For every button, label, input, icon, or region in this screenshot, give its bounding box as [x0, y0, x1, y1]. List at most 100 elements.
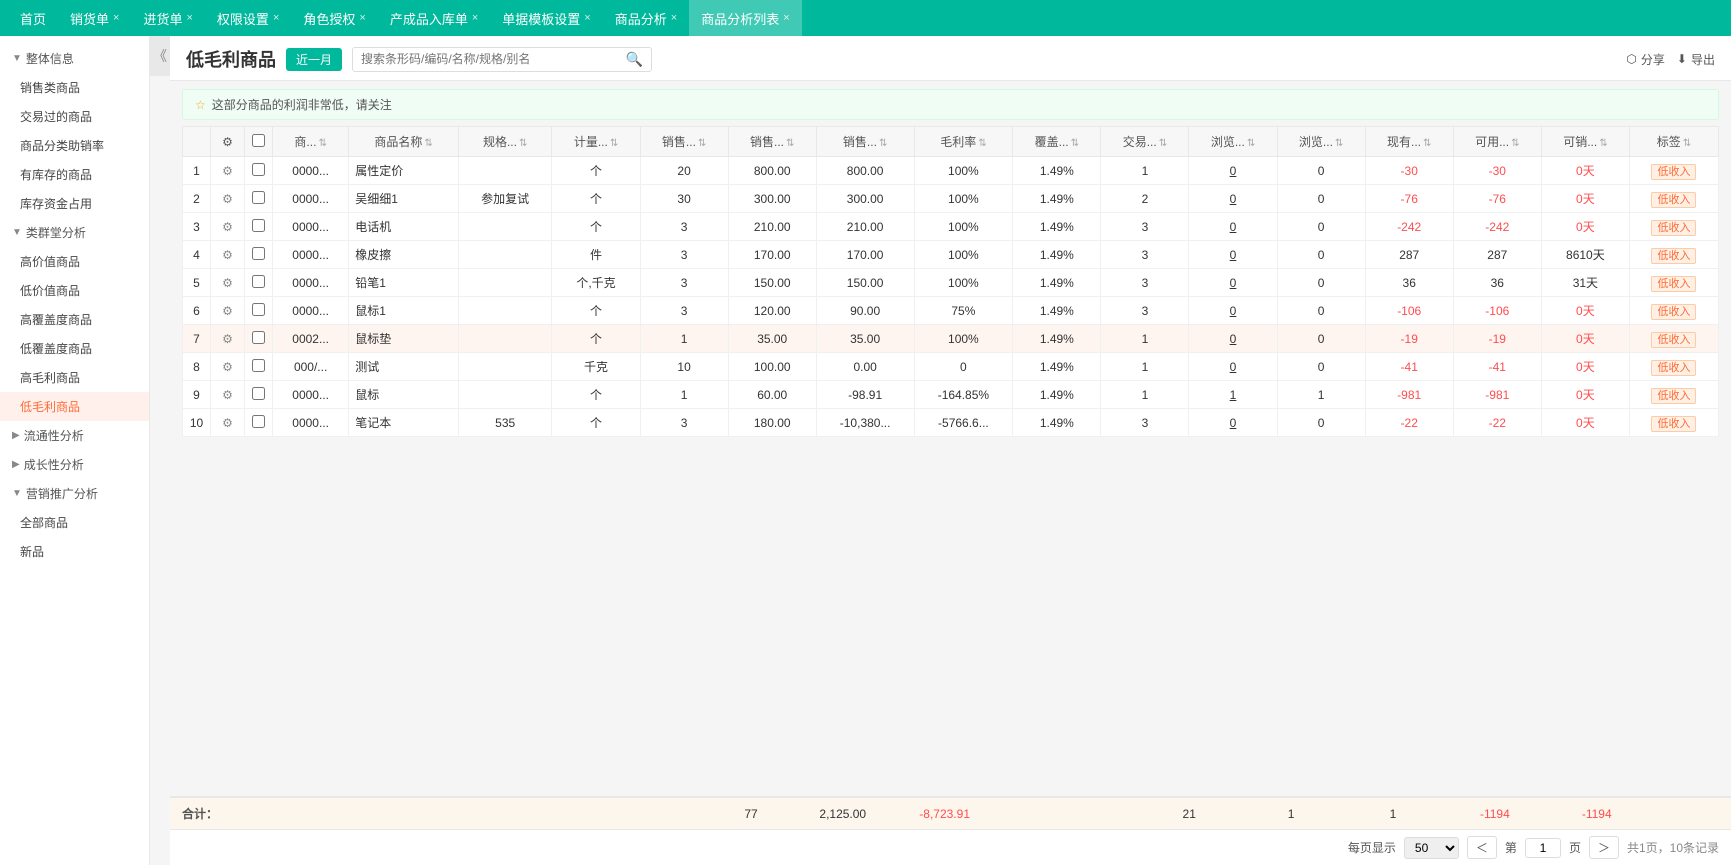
row-browse1[interactable]: 1 — [1189, 381, 1277, 409]
row-check[interactable] — [245, 185, 273, 213]
row-check[interactable] — [245, 157, 273, 185]
close-icon[interactable]: × — [113, 12, 119, 24]
sidebar-item-new-products[interactable]: 新品 — [0, 537, 149, 566]
sidebar-group-growth[interactable]: ▶ 成长性分析 — [0, 450, 149, 479]
col-settings[interactable]: ⚙ — [211, 127, 245, 157]
chevron-down-icon: ▼ — [12, 53, 22, 64]
period-button[interactable]: 近一月 — [286, 48, 342, 71]
sidebar-item-category-sales-rate[interactable]: 商品分类助销率 — [0, 131, 149, 160]
row-browse1[interactable]: 0 — [1189, 325, 1277, 353]
row-check[interactable] — [245, 409, 273, 437]
row-settings[interactable]: ⚙ — [211, 185, 245, 213]
close-icon[interactable]: × — [273, 12, 279, 24]
sidebar-item-in-stock[interactable]: 有库存的商品 — [0, 160, 149, 189]
col-name[interactable]: 商品名称⇅ — [349, 127, 459, 157]
sidebar-item-all-products[interactable]: 全部商品 — [0, 508, 149, 537]
sidebar-item-high-coverage[interactable]: 高覆盖度商品 — [0, 305, 149, 334]
close-icon[interactable]: × — [472, 12, 478, 24]
col-sales-amount[interactable]: 销售...⇅ — [816, 127, 914, 157]
search-icon[interactable]: 🔍 — [626, 51, 643, 68]
close-icon[interactable]: × — [584, 12, 590, 24]
sidebar-group-cluster[interactable]: ▼ 类群堂分析 — [0, 218, 149, 247]
select-all-checkbox[interactable] — [252, 134, 265, 147]
row-browse1[interactable]: 0 — [1189, 297, 1277, 325]
col-sales-price[interactable]: 销售...⇅ — [728, 127, 816, 157]
close-icon[interactable]: × — [671, 12, 677, 24]
sidebar-item-inventory-capital[interactable]: 库存资金占用 — [0, 189, 149, 218]
sidebar-item-low-value[interactable]: 低价值商品 — [0, 276, 149, 305]
row-check[interactable] — [245, 297, 273, 325]
col-spec[interactable]: 规格...⇅ — [458, 127, 552, 157]
col-check[interactable] — [245, 127, 273, 157]
col-unit[interactable]: 计量...⇅ — [552, 127, 640, 157]
row-check[interactable] — [245, 381, 273, 409]
row-current: -41 — [1365, 353, 1453, 381]
col-gross-margin[interactable]: 毛利率⇅ — [914, 127, 1013, 157]
sidebar-item-low-coverage[interactable]: 低覆盖度商品 — [0, 334, 149, 363]
sidebar-group-overall[interactable]: ▼ 整体信息 — [0, 44, 149, 73]
col-browse1[interactable]: 浏览...⇅ — [1189, 127, 1277, 157]
close-icon[interactable]: × — [359, 12, 365, 24]
nav-purchase[interactable]: 进货单 × — [131, 0, 204, 36]
row-browse1[interactable]: 0 — [1189, 213, 1277, 241]
nav-roles[interactable]: 角色授权 × — [291, 0, 377, 36]
row-settings[interactable]: ⚙ — [211, 409, 245, 437]
nav-product-analysis-list[interactable]: 商品分析列表 × — [689, 0, 801, 36]
row-coverage: 1.49% — [1013, 213, 1101, 241]
row-settings[interactable]: ⚙ — [211, 213, 245, 241]
col-code[interactable]: 商...⇅ — [273, 127, 349, 157]
prev-page-button[interactable]: ＜ — [1467, 836, 1497, 859]
export-button[interactable]: ⬇ 导出 — [1677, 51, 1715, 68]
col-transaction[interactable]: 交易...⇅ — [1101, 127, 1189, 157]
nav-template-settings[interactable]: 单据模板设置 × — [490, 0, 602, 36]
share-button[interactable]: ⬡ 分享 — [1626, 51, 1665, 68]
sidebar-collapse-button[interactable]: 《 — [150, 36, 170, 76]
col-sales-qty[interactable]: 销售...⇅ — [640, 127, 728, 157]
search-input[interactable] — [361, 52, 626, 66]
row-settings[interactable]: ⚙ — [211, 381, 245, 409]
sidebar-item-low-margin[interactable]: 低毛利商品 — [0, 392, 149, 421]
row-settings[interactable]: ⚙ — [211, 241, 245, 269]
sidebar-item-sales-products[interactable]: 销售类商品 — [0, 73, 149, 102]
row-check[interactable] — [245, 269, 273, 297]
page-size-select[interactable]: 50 100 200 — [1404, 837, 1459, 859]
row-browse1[interactable]: 0 — [1189, 185, 1277, 213]
col-coverage[interactable]: 覆盖...⇅ — [1013, 127, 1101, 157]
close-icon[interactable]: × — [186, 12, 192, 24]
nav-permissions[interactable]: 权限设置 × — [205, 0, 291, 36]
sidebar-item-high-value[interactable]: 高价值商品 — [0, 247, 149, 276]
nav-product-analysis[interactable]: 商品分析 × — [603, 0, 689, 36]
col-tag[interactable]: 标签⇅ — [1629, 127, 1718, 157]
sidebar-group-marketing[interactable]: ▼ 营销推广分析 — [0, 479, 149, 508]
nav-home[interactable]: 首页 — [8, 0, 58, 36]
next-page-button[interactable]: ＞ — [1589, 836, 1619, 859]
row-unit: 个 — [552, 409, 640, 437]
row-check[interactable] — [245, 241, 273, 269]
nav-sales[interactable]: 销货单 × — [58, 0, 131, 36]
row-browse1[interactable]: 0 — [1189, 409, 1277, 437]
row-settings[interactable]: ⚙ — [211, 325, 245, 353]
row-settings[interactable]: ⚙ — [211, 157, 245, 185]
row-browse1[interactable]: 0 — [1189, 353, 1277, 381]
sidebar-group-liquidity[interactable]: ▶ 流通性分析 — [0, 421, 149, 450]
row-browse1[interactable]: 0 — [1189, 241, 1277, 269]
col-current[interactable]: 现有...⇅ — [1365, 127, 1453, 157]
row-settings[interactable]: ⚙ — [211, 269, 245, 297]
row-code: 0002... — [273, 325, 349, 353]
row-browse1[interactable]: 0 — [1189, 157, 1277, 185]
row-coverage: 1.49% — [1013, 353, 1101, 381]
row-settings[interactable]: ⚙ — [211, 297, 245, 325]
sidebar-item-high-margin[interactable]: 高毛利商品 — [0, 363, 149, 392]
close-icon[interactable]: × — [783, 12, 789, 24]
col-sellable[interactable]: 可销...⇅ — [1541, 127, 1629, 157]
row-browse1[interactable]: 0 — [1189, 269, 1277, 297]
col-available[interactable]: 可用...⇅ — [1453, 127, 1541, 157]
col-browse2[interactable]: 浏览...⇅ — [1277, 127, 1365, 157]
sidebar-item-traded-products[interactable]: 交易过的商品 — [0, 102, 149, 131]
page-number-input[interactable] — [1525, 838, 1561, 858]
row-check[interactable] — [245, 353, 273, 381]
row-check[interactable] — [245, 325, 273, 353]
nav-finished-goods[interactable]: 产成品入库单 × — [378, 0, 490, 36]
row-check[interactable] — [245, 213, 273, 241]
row-settings[interactable]: ⚙ — [211, 353, 245, 381]
